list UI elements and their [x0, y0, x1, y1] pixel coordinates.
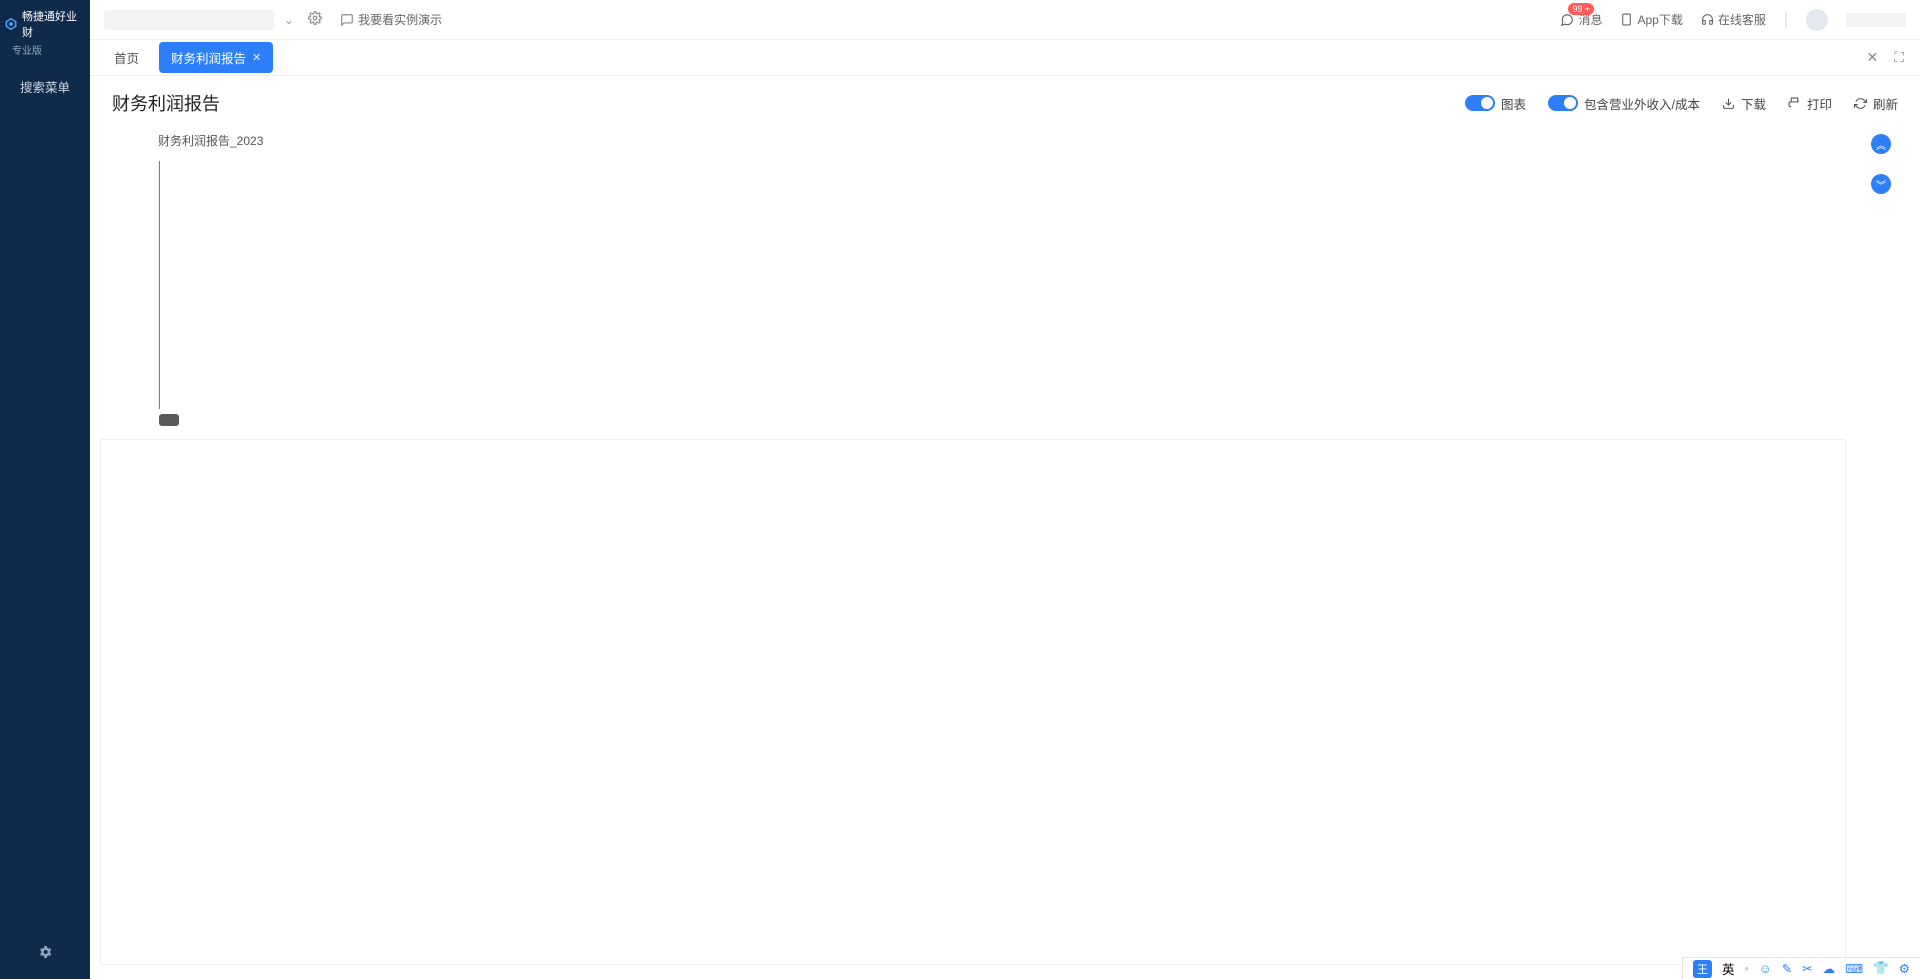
ime-skin-icon[interactable]: 👕 [1873, 961, 1889, 976]
data-table[interactable] [100, 439, 1846, 965]
chart-hover-line [159, 161, 160, 409]
ime-lang[interactable]: 英 [1722, 959, 1735, 978]
brand-name: 畅捷通好业财 [22, 8, 86, 40]
settings-icon[interactable] [0, 932, 90, 979]
scroll-up-icon[interactable]: ︽ [1871, 134, 1891, 154]
ime-toolbar: 王 英 • ☺ ✎ ✂ ☁ ⌨ 👕 ⚙ [1682, 957, 1920, 979]
download-button[interactable]: 下载 [1722, 94, 1766, 113]
topbar: ⌄ 我要看实例演示 99 + 消息 App下载 在线客服 | [90, 0, 1920, 40]
message-badge: 99 + [1568, 3, 1594, 15]
tab-home[interactable]: 首页 [102, 42, 151, 73]
sidebar: 畅捷通好业财 专业版 搜索菜单 [0, 0, 90, 979]
app-download-button[interactable]: App下载 [1620, 11, 1682, 28]
brand-edition: 专业版 [0, 42, 90, 67]
sidebar-item[interactable]: 搜索菜单 [0, 67, 90, 106]
ime-settings-icon[interactable]: ⚙ [1899, 961, 1910, 976]
chart-legend [263, 132, 1836, 138]
chart-tooltip [159, 414, 179, 426]
ime-emoji-icon[interactable]: ☺ [1759, 962, 1772, 976]
avatar[interactable] [1806, 9, 1828, 31]
close-icon[interactable]: ✕ [252, 51, 261, 64]
print-button[interactable]: 打印 [1788, 94, 1832, 113]
toggle-extra-income[interactable]: 包含营业外收入/成本 [1548, 94, 1700, 113]
scroll-down-icon[interactable]: ︾ [1871, 174, 1891, 194]
gear-icon[interactable] [308, 11, 322, 28]
org-selector[interactable]: ⌄ [104, 10, 294, 30]
chevron-down-icon: ⌄ [284, 13, 294, 27]
demo-link[interactable]: 我要看实例演示 [340, 11, 442, 28]
customer-service-button[interactable]: 在线客服 [1701, 11, 1766, 28]
ime-cut-icon[interactable]: ✂ [1802, 961, 1812, 976]
ime-edit-icon[interactable]: ✎ [1782, 961, 1792, 976]
content-area: 财务利润报告_2023 [90, 126, 1920, 979]
username[interactable] [1846, 13, 1906, 27]
ime-badge[interactable]: 王 [1693, 960, 1712, 978]
ime-cloud-icon[interactable]: ☁ [1823, 961, 1836, 976]
brand-logo: 畅捷通好业财 [0, 0, 90, 42]
page-title: 财务利润报告 [112, 90, 220, 116]
toggle-chart[interactable]: 图表 [1465, 94, 1526, 113]
ime-keyboard-icon[interactable]: ⌨ [1845, 961, 1863, 976]
refresh-button[interactable]: 刷新 [1854, 94, 1898, 113]
page-header: 财务利润报告 图表 包含营业外收入/成本 下载 打印 刷新 [90, 76, 1920, 126]
close-all-tabs-icon[interactable]: ✕ [1862, 45, 1882, 70]
tabbar: 首页 财务利润报告 ✕ ✕ ⛶ [90, 40, 1920, 76]
main: ⌄ 我要看实例演示 99 + 消息 App下载 在线客服 | [90, 0, 1920, 979]
chart-title: 财务利润报告_2023 [110, 132, 263, 149]
tab-finance-profit-report[interactable]: 财务利润报告 ✕ [159, 42, 273, 73]
messages-button[interactable]: 99 + 消息 [1560, 11, 1602, 28]
chart-card: 财务利润报告_2023 [100, 126, 1846, 439]
year-rail: ︽ ︾ [1856, 126, 1906, 965]
chart-plot[interactable] [158, 149, 1796, 439]
fullscreen-icon[interactable]: ⛶ [1890, 45, 1908, 70]
